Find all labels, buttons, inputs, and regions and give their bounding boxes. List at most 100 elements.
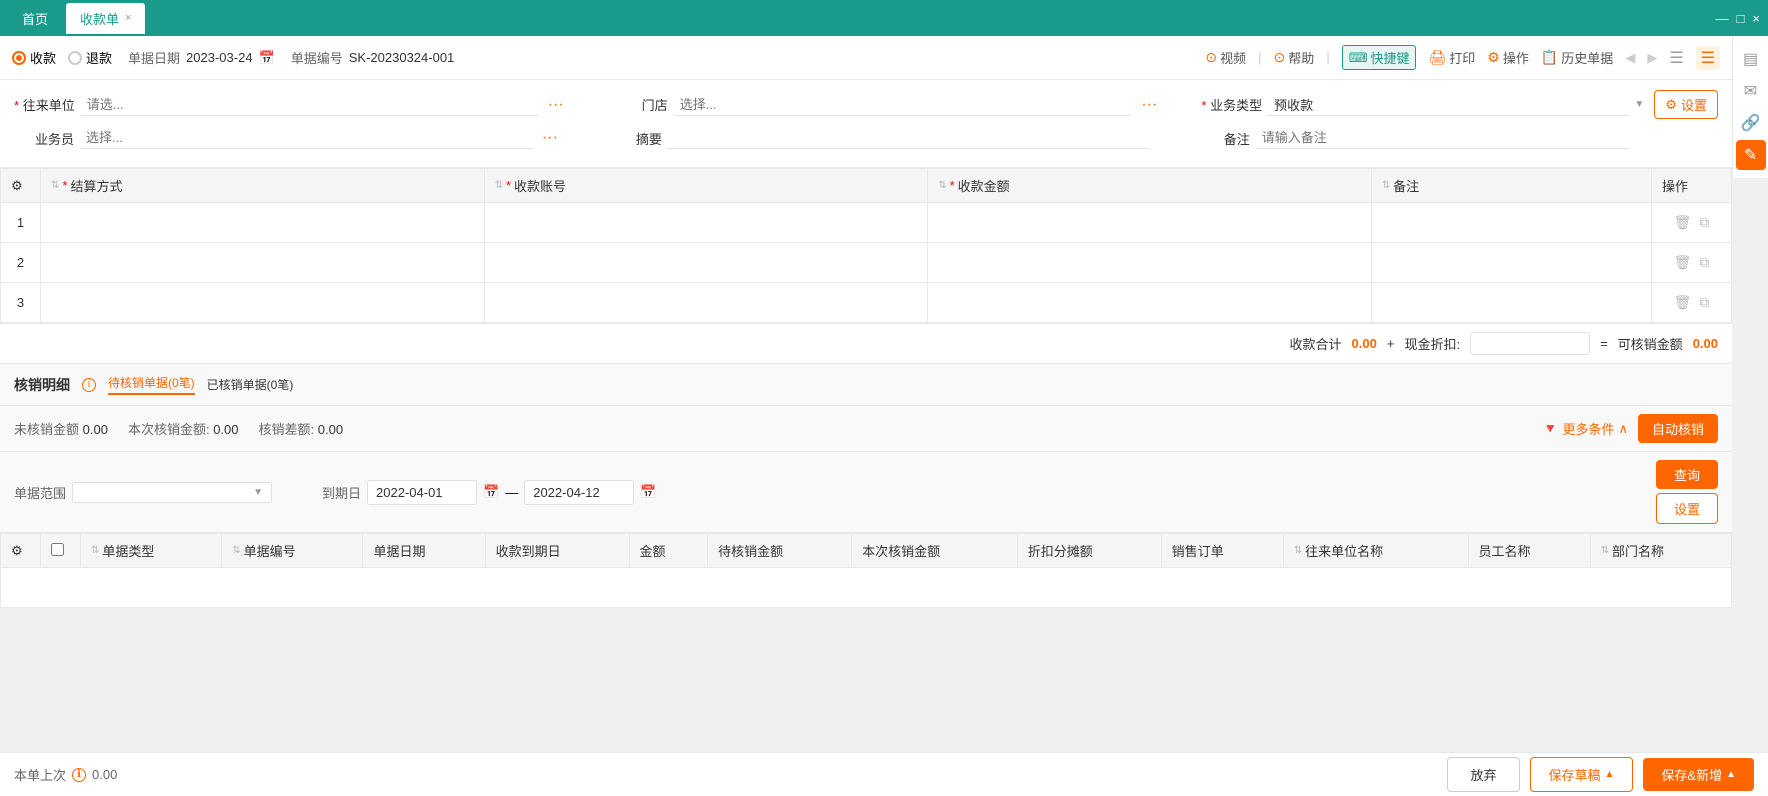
- sidebar-edit-icon[interactable]: ✎: [1736, 140, 1766, 170]
- radio-receipt[interactable]: 收款: [12, 48, 56, 67]
- staff-more-btn[interactable]: ···: [538, 129, 562, 147]
- date-to-input[interactable]: [524, 480, 634, 505]
- more-conditions-btn[interactable]: 🔻 更多条件 ∧: [1542, 419, 1628, 438]
- shop-input[interactable]: [674, 94, 1132, 116]
- range-select[interactable]: ▼: [72, 482, 272, 503]
- summary-input[interactable]: [668, 127, 1150, 149]
- copy-icon-2[interactable]: ⧉: [1699, 254, 1709, 271]
- verification-info-icon[interactable]: i: [82, 378, 96, 392]
- summary-row: 收款合计 0.00 + 现金折扣: = 可核销金额 0.00: [0, 324, 1732, 364]
- receipt-refund-group: 收款 退款: [12, 48, 112, 67]
- query-btn[interactable]: 查询: [1656, 460, 1718, 489]
- party-more-btn[interactable]: ···: [544, 96, 568, 114]
- uncancelled-stat: 未核销金额 0.00: [14, 419, 108, 438]
- cal-from-icon[interactable]: 📅: [483, 484, 499, 500]
- number-label: 单据编号: [291, 48, 343, 67]
- sidebar-attachment-icon[interactable]: 🔗: [1736, 108, 1766, 138]
- sort-icon: ⇅: [51, 180, 59, 191]
- tab-active-label: 收款单: [80, 9, 119, 28]
- sidebar-email-icon[interactable]: ✉: [1736, 76, 1766, 106]
- row-remark-1[interactable]: [1371, 203, 1651, 243]
- window-close-icon[interactable]: ×: [1752, 11, 1760, 26]
- delete-icon-3[interactable]: 🗑: [1674, 294, 1692, 311]
- row-amount-1[interactable]: [928, 203, 1372, 243]
- tab-close-icon[interactable]: ×: [125, 12, 131, 24]
- lower-sort3: ⇅: [1294, 545, 1302, 556]
- layout-icon2[interactable]: ☰: [1696, 46, 1720, 70]
- calendar-icon[interactable]: 📅: [259, 50, 275, 66]
- draft-arrow-icon: ▲: [1605, 769, 1615, 780]
- radio-refund[interactable]: 退款: [68, 48, 112, 67]
- print-btn[interactable]: 🖨 打印: [1428, 48, 1475, 67]
- table-settings-icon[interactable]: ⚙: [11, 178, 23, 193]
- shop-more-btn[interactable]: ···: [1137, 96, 1161, 114]
- date-label: 单据日期: [128, 48, 180, 67]
- available-label: 可核销金额: [1618, 334, 1683, 353]
- row-amount-2[interactable]: [928, 243, 1372, 283]
- sidebar-table-icon[interactable]: ▤: [1736, 44, 1766, 74]
- tab-active[interactable]: 收款单 ×: [66, 3, 145, 34]
- save-new-btn[interactable]: 保存&新增 ▲: [1643, 758, 1754, 791]
- done-tab[interactable]: 已核销单据(0笔): [207, 376, 294, 393]
- row-amount-3[interactable]: [928, 283, 1372, 323]
- window-max-icon[interactable]: □: [1737, 11, 1745, 26]
- copy-icon-1[interactable]: ⧉: [1699, 214, 1709, 231]
- lower-sort2: ⇅: [232, 545, 240, 556]
- radio-refund-label: 退款: [86, 48, 112, 67]
- row-remark-3[interactable]: [1371, 283, 1651, 323]
- verify-settings-btn[interactable]: 设置: [1656, 493, 1718, 524]
- date-from-input[interactable]: [367, 480, 477, 505]
- window-min-icon[interactable]: —: [1716, 11, 1729, 26]
- footer-info-icon[interactable]: ℹ: [72, 768, 86, 782]
- stats-row: 未核销金额 0.00 本次核销金额: 0.00 核销差额: 0.00 🔻 更多条…: [0, 406, 1732, 452]
- party-input[interactable]: [81, 94, 538, 116]
- lower-checkbox-header[interactable]: [41, 534, 81, 568]
- col-settings-header[interactable]: ⚙: [1, 169, 41, 203]
- discount-input[interactable]: [1470, 332, 1590, 355]
- cal-to-icon[interactable]: 📅: [640, 484, 656, 500]
- draft-btn[interactable]: 保存草稿 ▲: [1530, 757, 1634, 792]
- video-btn[interactable]: ⊙ 视频: [1205, 48, 1246, 67]
- biz-type-input[interactable]: [1268, 94, 1628, 116]
- row-account-3[interactable]: [484, 283, 928, 323]
- shortcut-btn[interactable]: ⌨ 快捷键: [1342, 45, 1417, 70]
- remark-input[interactable]: [1256, 127, 1628, 149]
- history-btn[interactable]: 📋 历史单据: [1541, 48, 1613, 67]
- operation-label: 操作: [1503, 48, 1529, 67]
- verification-table: ⚙ ⇅ 单据类型 ⇅ 单据编号: [0, 533, 1732, 608]
- remark-col-label: 备注: [1393, 176, 1419, 195]
- lower-empty-cell: [1, 568, 1732, 608]
- biz-type-arrow[interactable]: ▼: [1634, 99, 1644, 110]
- pending-tab[interactable]: 待核销单据(0笔): [108, 374, 195, 395]
- divider4: ▶: [1647, 50, 1657, 66]
- lower-empty-row: [1, 568, 1732, 608]
- account-label: 收款账号: [514, 176, 566, 195]
- more-conditions-label: 更多条件: [1562, 419, 1614, 438]
- row-settlement-2[interactable]: [41, 243, 485, 283]
- delete-icon-1[interactable]: 🗑: [1674, 214, 1692, 231]
- filter-actions: 查询 设置: [1656, 460, 1718, 524]
- settings-button[interactable]: ⚙ 设置: [1654, 90, 1718, 119]
- row-account-2[interactable]: [484, 243, 928, 283]
- delete-icon-2[interactable]: 🗑: [1674, 254, 1692, 271]
- operation-btn[interactable]: ⚙ 操作: [1487, 48, 1529, 67]
- lower-number-label: 单据编号: [244, 541, 296, 560]
- layout-icon1[interactable]: ☰: [1669, 48, 1683, 68]
- select-all-checkbox[interactable]: [51, 543, 64, 556]
- row-remark-2[interactable]: [1371, 243, 1651, 283]
- auto-cancel-btn[interactable]: 自动核销: [1638, 414, 1718, 443]
- help-btn[interactable]: ⊙ 帮助: [1274, 48, 1315, 67]
- row-settlement-3[interactable]: [41, 283, 485, 323]
- copy-icon-3[interactable]: ⧉: [1699, 294, 1709, 311]
- row-action-1: 🗑 ⧉: [1652, 203, 1732, 243]
- lower-settings-header[interactable]: ⚙: [1, 534, 41, 568]
- staff-input[interactable]: [80, 127, 532, 149]
- help-label: 帮助: [1288, 48, 1314, 67]
- row-account-1[interactable]: [484, 203, 928, 243]
- save-new-label: 保存&新增: [1661, 765, 1722, 784]
- row-settlement-1[interactable]: [41, 203, 485, 243]
- abandon-btn[interactable]: 放弃: [1447, 757, 1519, 792]
- lower-party-header: ⇅ 往来单位名称: [1283, 534, 1468, 568]
- tab-home[interactable]: 首页: [8, 3, 62, 34]
- table-row: 1 🗑 ⧉: [1, 203, 1732, 243]
